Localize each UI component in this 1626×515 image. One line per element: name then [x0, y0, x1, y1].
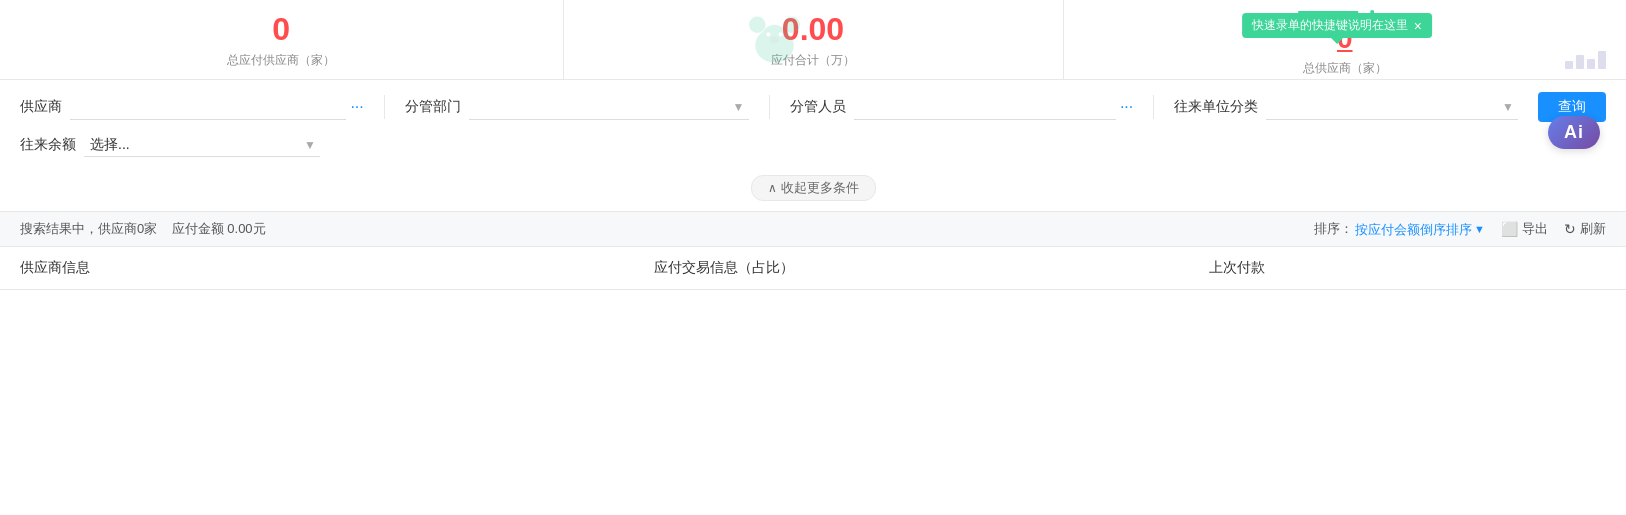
export-label: 导出: [1522, 220, 1548, 238]
tooltip-text: 快速录单的快捷键说明在这里: [1252, 17, 1408, 34]
refresh-icon: ↻: [1564, 221, 1576, 237]
sort-select[interactable]: 按应付会额倒序排序: [1355, 222, 1472, 237]
collapse-arrow-icon: ∧: [768, 181, 777, 195]
person-dots-btn[interactable]: ···: [1120, 98, 1133, 116]
bear-icon: [747, 11, 802, 69]
svg-point-4: [766, 32, 770, 36]
filter-row-1: 供应商 ··· 分管部门 ▼ 分管人员 ··· 往来单位分类: [20, 92, 1606, 122]
refresh-label: 刷新: [1580, 220, 1606, 238]
divider-1: [384, 95, 385, 119]
collapse-row: ∧ 收起更多条件: [20, 167, 1606, 211]
balance-select[interactable]: 选择...: [84, 132, 320, 157]
results-supplier-count: 搜索结果中，供应商0家: [20, 221, 157, 236]
filter-section: 供应商 ··· 分管部门 ▼ 分管人员 ··· 往来单位分类: [0, 80, 1626, 212]
table-header: 供应商信息 应付交易信息（占比） 上次付款: [0, 247, 1626, 290]
svg-point-6: [770, 36, 780, 43]
results-bar: 搜索结果中，供应商0家 应付金额 0.00元 排序： 按应付会额倒序排序 ▼ ⬜…: [0, 212, 1626, 247]
results-amount: 应付金额 0.00元: [172, 221, 266, 236]
divider-2: [769, 95, 770, 119]
balance-select-wrap[interactable]: 选择... ▼: [84, 132, 320, 157]
balance-label: 往来余额: [20, 136, 76, 154]
department-label: 分管部门: [405, 98, 461, 116]
results-actions: 排序： 按应付会额倒序排序 ▼ ⬜ 导出 ↻ 刷新: [1314, 220, 1606, 238]
svg-point-5: [779, 32, 783, 36]
svg-point-0: [749, 16, 766, 33]
filter-person: 分管人员 ···: [790, 95, 1134, 120]
sort-container: 排序： 按应付会额倒序排序 ▼: [1314, 220, 1485, 238]
stat-value-payable-suppliers: 0: [272, 10, 290, 48]
export-icon: ⬜: [1501, 221, 1518, 237]
stat-total-payable-suppliers: 0 总应付供应商（家）: [0, 0, 564, 79]
refresh-button[interactable]: ↻ 刷新: [1564, 220, 1606, 238]
collapse-label: 收起更多条件: [781, 179, 859, 197]
supplier-label: 供应商: [20, 98, 62, 116]
collapse-button[interactable]: ∧ 收起更多条件: [751, 175, 876, 201]
unit-class-select[interactable]: [1266, 95, 1518, 120]
unit-class-label: 往来单位分类: [1174, 98, 1258, 116]
sort-label: 排序：: [1314, 220, 1353, 238]
person-input[interactable]: [854, 95, 1116, 120]
stat-total-suppliers: 快速录单的快捷键说明在这里 × 0 总供应商（家）: [1064, 0, 1627, 79]
results-summary: 搜索结果中，供应商0家 应付金额 0.00元: [20, 220, 266, 238]
department-select-wrap[interactable]: ▼: [469, 95, 749, 120]
export-button[interactable]: ⬜ 导出: [1501, 220, 1548, 238]
stat-label-payable-suppliers: 总应付供应商（家）: [227, 52, 335, 69]
filter-supplier: 供应商 ···: [20, 95, 364, 120]
filter-unit-class: 往来单位分类 ▼: [1174, 95, 1518, 120]
stats-bar: 0 总应付供应商（家） 0.00 应付合计（万） 快速录单的快捷键说明在这里: [0, 0, 1626, 80]
divider-3: [1153, 95, 1154, 119]
tooltip-container: 快速录单的快捷键说明在这里 ×: [1298, 8, 1376, 16]
tooltip-close-button[interactable]: ×: [1414, 19, 1422, 33]
filter-department: 分管部门 ▼: [405, 95, 749, 120]
table-body: [0, 290, 1626, 515]
person-label: 分管人员: [790, 98, 846, 116]
stat-label-total-suppliers: 总供应商（家）: [1303, 60, 1387, 77]
department-select[interactable]: [469, 95, 749, 120]
tooltip-bubble: 快速录单的快捷键说明在这里 ×: [1242, 13, 1432, 38]
sort-chevron-icon: ▼: [1474, 223, 1485, 235]
th-payable-info: 应付交易信息（占比）: [654, 259, 1209, 277]
th-supplier-info: 供应商信息: [20, 259, 654, 277]
unit-class-select-wrap[interactable]: ▼: [1266, 95, 1518, 120]
svg-point-1: [783, 16, 800, 33]
stat-payable-total: 0.00 应付合计（万）: [564, 0, 1064, 79]
supplier-input[interactable]: [70, 95, 346, 120]
filter-row-2: 往来余额 选择... ▼: [20, 132, 1606, 157]
th-last-payment: 上次付款: [1209, 259, 1606, 277]
supplier-dots-btn[interactable]: ···: [350, 98, 363, 116]
ai-badge[interactable]: Ai: [1548, 116, 1600, 149]
filter-balance: 往来余额 选择... ▼: [20, 132, 320, 157]
chart-decoration: [1565, 51, 1606, 69]
